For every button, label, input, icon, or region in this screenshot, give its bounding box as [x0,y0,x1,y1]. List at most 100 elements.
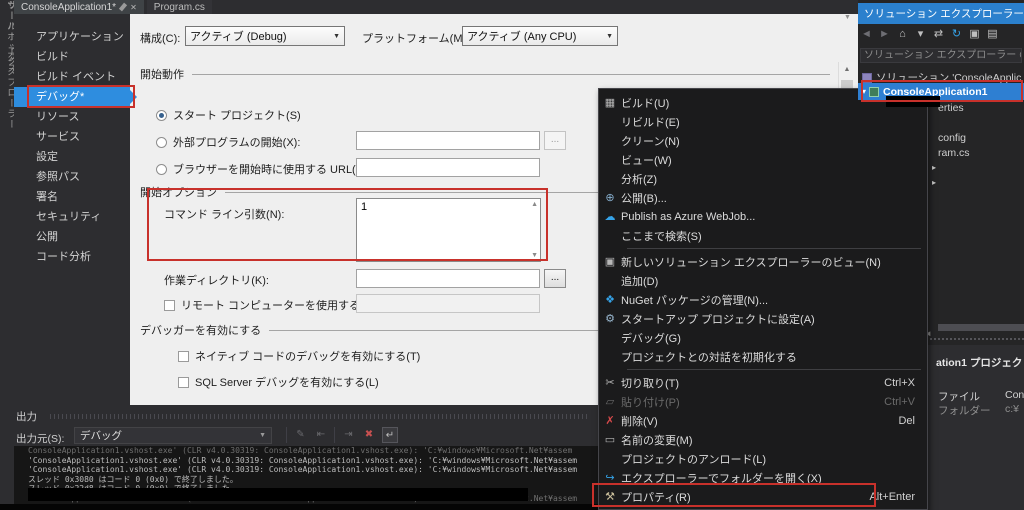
output-source-select[interactable]: デバッグ ▼ [74,427,272,444]
go-to-next-message-icon[interactable]: ⇥ [334,427,356,443]
paste-icon: ▱ [605,396,615,408]
menu-item[interactable]: デバッグ(G) [599,328,927,347]
solution-explorer-titlebar[interactable]: ソリューション エクスプローラー ✕ [858,3,1024,24]
menu-item[interactable]: ☁ Publish as Azure WebJob... [599,207,927,226]
tab-label: Program.cs [153,1,205,13]
menu-item-label: スタートアップ プロジェクトに設定(A) [621,313,815,326]
pending-changes-filter-icon[interactable]: ▾ [914,27,927,40]
remote-machine-input [356,294,540,313]
solution-explorer-search-input[interactable]: ソリューション エクスプローラー の [860,48,1022,63]
clear-all-icon[interactable]: ✖ [361,427,377,443]
use-remote-machine-checkbox[interactable]: リモート コンピューターを使用する(A) [164,297,375,313]
checkbox-icon[interactable] [178,351,189,362]
tab-consoleapplication1[interactable]: ConsoleApplication1* ✕ [14,0,144,14]
messages-pencil-icon[interactable]: ✎ [286,427,308,443]
start-action-section: 開始動作 [140,66,830,82]
annotation-box-properties-menu-item [592,483,876,507]
menu-item[interactable]: 追加(D) [599,271,927,290]
pin-icon[interactable] [118,2,128,12]
menu-item[interactable]: ⚙ スタートアップ プロジェクトに設定(A) [599,309,927,328]
property-page-item[interactable]: リソース [14,107,130,127]
output-source-value: デバッグ [80,430,122,442]
working-directory-input[interactable] [356,269,540,288]
property-page-item[interactable]: 設定 [14,147,130,167]
toggle-word-wrap-icon[interactable]: ↵ [382,427,398,443]
menu-item-label: デバッグ(G) [621,332,681,345]
browser-url-radio[interactable]: ブラウザーを開始時に使用する URL(R): [156,161,370,177]
native-debug-checkbox[interactable]: ネイティブ コードのデバッグを有効にする(T) [178,348,420,364]
property-page-item[interactable]: 署名 [14,187,130,207]
sync-with-active-document-icon[interactable]: ⇄ [932,27,945,40]
go-to-previous-message-icon[interactable]: ⇤ [313,427,329,443]
radio-icon[interactable] [156,137,167,148]
menu-item[interactable]: リビルド(E) [599,112,927,131]
menu-item-label: プロジェクトとの対話を初期化する [621,351,797,364]
close-icon[interactable]: ✕ [130,3,137,12]
menu-item-label: 分析(Z) [621,173,658,186]
property-value[interactable]: Con [1005,389,1024,401]
hscrollbar-thumb[interactable] [938,324,1024,331]
radio-selected-icon[interactable] [156,110,167,121]
panel-drag-texture[interactable] [50,414,590,419]
property-page-item[interactable]: 公開 [14,227,130,247]
menu-item[interactable]: ❖ NuGet パッケージの管理(N)... [599,290,927,309]
build-icon: ▦ [604,97,616,109]
menu-item[interactable]: ✗ 削除(V) Del [599,411,927,430]
property-page-item[interactable]: コード分析 [14,247,130,267]
solution-explorer-toolbar: ◄ ► ⌂ ▾ ⇄ ↻ ▣ ▤ [860,27,999,41]
property-value[interactable]: c:¥ [1005,403,1019,415]
platform-select[interactable]: アクティブ (Any CPU) ▼ [462,26,618,46]
working-directory-browse-button[interactable]: ... [544,269,566,288]
property-page-item[interactable]: セキュリティ [14,207,130,227]
external-program-radio[interactable]: 外部プログラムの開始(X): [156,134,300,150]
home-icon[interactable]: ⌂ [896,28,909,40]
chevron-down-icon: ▼ [259,432,266,439]
external-program-browse-button[interactable]: ... [544,131,566,150]
properties-pane-title: ation1 プロジェクト [936,357,1024,369]
checkbox-icon[interactable] [178,377,189,388]
property-page-item[interactable]: サービス [14,127,130,147]
menu-item[interactable]: プロジェクトとの対話を初期化する [599,347,927,370]
start-project-radio[interactable]: スタート プロジェクト(S) [156,107,301,123]
menu-item[interactable]: ▱ 貼り付け(P) Ctrl+V [599,392,927,411]
solution-explorer-title: ソリューション エクスプローラー [864,8,1024,20]
collapse-all-icon[interactable]: ▣ [968,27,981,40]
cut-scissors-icon: ✂ [605,377,615,389]
show-all-files-icon[interactable]: ▤ [986,27,999,40]
menu-item[interactable]: ▭ 名前の変更(M) [599,430,927,449]
tree-item-label: erties [938,101,964,114]
menu-item[interactable]: ここまで検索(S) [599,226,927,249]
menu-item-label: ビュー(W) [621,154,672,167]
menu-item[interactable]: 分析(Z) [599,169,927,188]
menu-item[interactable]: ⊕ 公開(B)... [599,188,927,207]
back-icon[interactable]: ◄ [860,28,873,40]
property-page-item[interactable]: ビルド イベント [14,67,130,87]
menu-item[interactable]: ✂ 切り取り(T) Ctrl+X [599,373,927,392]
configuration-select[interactable]: アクティブ (Debug) ▼ [185,26,345,46]
platform-value: アクティブ (Any CPU) [467,31,577,43]
sql-debug-checkbox[interactable]: SQL Server デバッグを有効にする(L) [178,374,379,390]
browser-url-input[interactable] [356,158,540,177]
property-page-item[interactable]: アプリケーション [14,27,130,47]
document-well-dropdown-icon[interactable]: ▼ [844,14,851,21]
property-page-list: アプリケーション ビルド ビルド イベント デバッグ* リソース サービス 設定 参照パス 署名… [14,14,137,405]
refresh-icon[interactable]: ↻ [950,27,963,40]
section-label: 開始動作 [140,69,184,81]
checkbox-icon[interactable] [164,300,175,311]
expander-icon[interactable]: ▸ [932,178,936,187]
tab-program-cs[interactable]: Program.cs [146,0,212,14]
menu-item-label: クリーン(N) [621,135,680,148]
external-program-input[interactable] [356,131,540,150]
property-page-item[interactable]: 参照パス [14,167,130,187]
menu-item[interactable]: ▣ 新しいソリューション エクスプローラーのビュー(N) [599,252,927,271]
forward-icon[interactable]: ► [878,28,891,40]
document-tab-bar: ConsoleApplication1* ✕ Program.cs [14,0,858,14]
scroll-up-icon[interactable]: ▲ [839,62,855,77]
property-page-item[interactable]: ビルド [14,47,130,67]
menu-item[interactable]: ビュー(W) [599,150,927,169]
menu-item[interactable]: プロジェクトのアンロード(L) [599,449,927,468]
visual-studio-window: サーバー エクスプローラー ツールボックス ConsoleApplication1… [0,0,1024,510]
radio-icon[interactable] [156,164,167,175]
menu-item[interactable]: クリーン(N) [599,131,927,150]
expander-icon[interactable]: ▸ [932,163,936,172]
